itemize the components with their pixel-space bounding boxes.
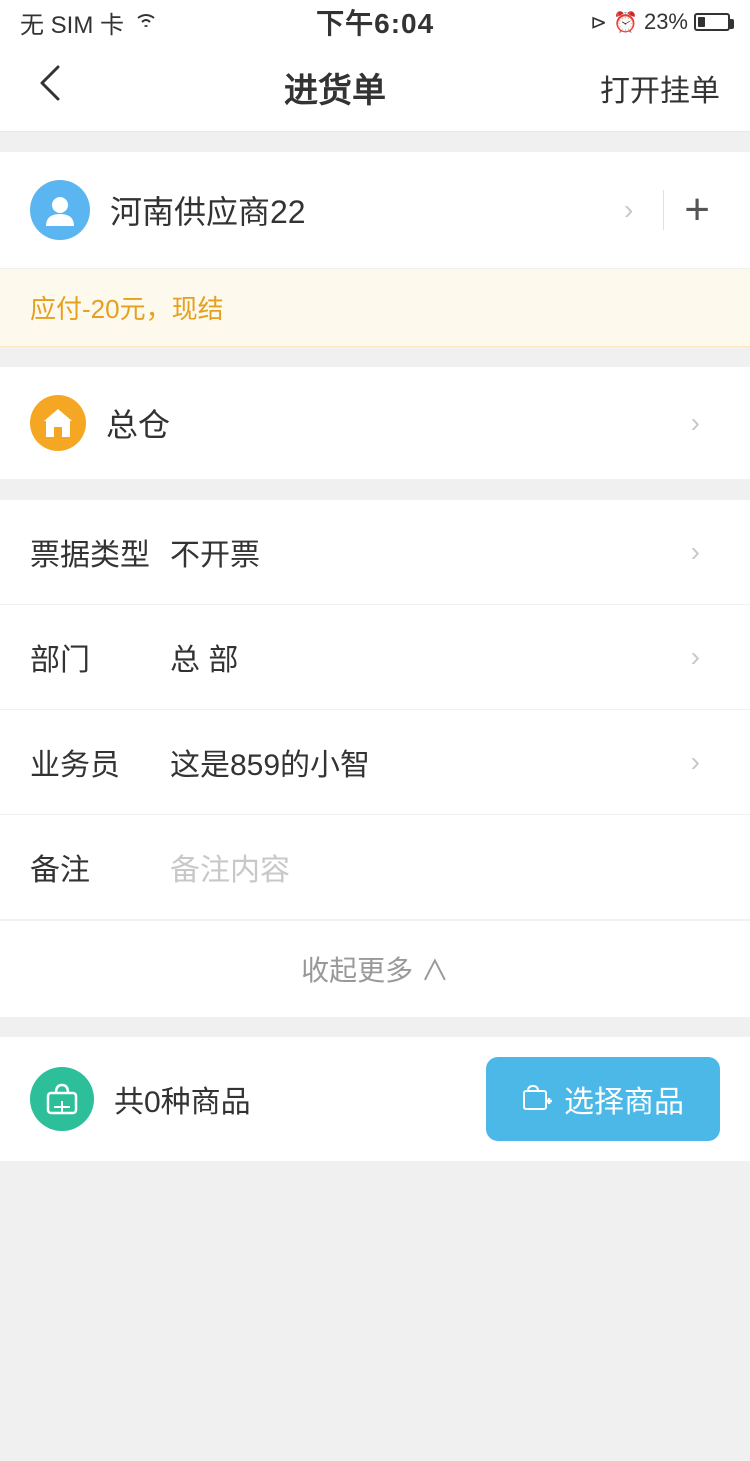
status-bar: 无 SIM 卡 下午6:04 ⊳ ⏰ 23% (0, 0, 750, 44)
department-label: 部门 (30, 635, 160, 679)
products-bar: 共0种商品 选择商品 (0, 1037, 750, 1161)
supplier-chevron-icon: › (624, 194, 633, 226)
back-button[interactable] (30, 55, 70, 120)
carrier-label: 无 SIM 卡 (20, 5, 124, 40)
salesperson-row[interactable]: 业务员 这是859的小智 › (0, 710, 750, 815)
collapse-label: 收起更多 ∧ (301, 949, 449, 989)
supplier-divider (663, 190, 664, 230)
invoice-chevron-icon: › (691, 536, 700, 568)
supplier-avatar (30, 180, 90, 240)
form-section: 票据类型 不开票 › 部门 总 部 › 业务员 这是859的小智 › 备注 备注… (0, 500, 750, 1017)
department-chevron-icon: › (691, 641, 700, 673)
section-gap-4 (0, 1017, 750, 1037)
salesperson-label: 业务员 (30, 740, 160, 784)
department-row[interactable]: 部门 总 部 › (0, 605, 750, 710)
section-gap-2 (0, 347, 750, 367)
supplier-row: 河南供应商22 › + (0, 152, 750, 269)
invoice-label: 票据类型 (30, 530, 160, 574)
collapse-row[interactable]: 收起更多 ∧ (0, 920, 750, 1017)
products-icon (30, 1067, 94, 1131)
section-gap-1 (0, 132, 750, 152)
notice-text: 应付-20元，现结 (30, 294, 224, 324)
remark-row[interactable]: 备注 备注内容 (0, 815, 750, 920)
page-title: 进货单 (284, 63, 386, 112)
status-time: 下午6:04 (316, 2, 434, 42)
select-products-button[interactable]: 选择商品 (486, 1057, 720, 1141)
status-right: ⊳ ⏰ 23% (590, 9, 730, 35)
products-count-label: 共0种商品 (114, 1077, 486, 1121)
warehouse-icon (30, 395, 86, 451)
warehouse-section: 总仓 › (0, 367, 750, 480)
supplier-name[interactable]: 河南供应商22 (110, 187, 624, 233)
warehouse-row[interactable]: 总仓 › (0, 367, 750, 480)
salesperson-value: 这是859的小智 (160, 740, 691, 784)
notice-banner: 应付-20元，现结 (0, 269, 750, 347)
salesperson-chevron-icon: › (691, 746, 700, 778)
supplier-section: 河南供应商22 › + 应付-20元，现结 (0, 152, 750, 347)
invoice-row[interactable]: 票据类型 不开票 › (0, 500, 750, 605)
battery-percent: 23% (644, 9, 688, 35)
wifi-icon (132, 8, 160, 37)
department-value: 总 部 (160, 635, 691, 679)
open-pending-button[interactable]: 打开挂单 (600, 66, 720, 110)
location-icon: ⊳ (590, 10, 607, 35)
main-background (0, 1161, 750, 1461)
battery-icon (694, 13, 730, 31)
alarm-icon: ⏰ (613, 10, 638, 35)
remark-label: 备注 (30, 845, 160, 889)
section-gap-3 (0, 480, 750, 500)
warehouse-name: 总仓 (106, 400, 691, 446)
warehouse-chevron-icon: › (691, 407, 700, 439)
select-products-label: 选择商品 (564, 1077, 684, 1121)
invoice-value: 不开票 (160, 530, 691, 574)
remark-input[interactable]: 备注内容 (160, 845, 720, 889)
add-supplier-button[interactable]: + (674, 185, 720, 235)
nav-bar: 进货单 打开挂单 (0, 44, 750, 132)
status-left: 无 SIM 卡 (20, 5, 160, 40)
